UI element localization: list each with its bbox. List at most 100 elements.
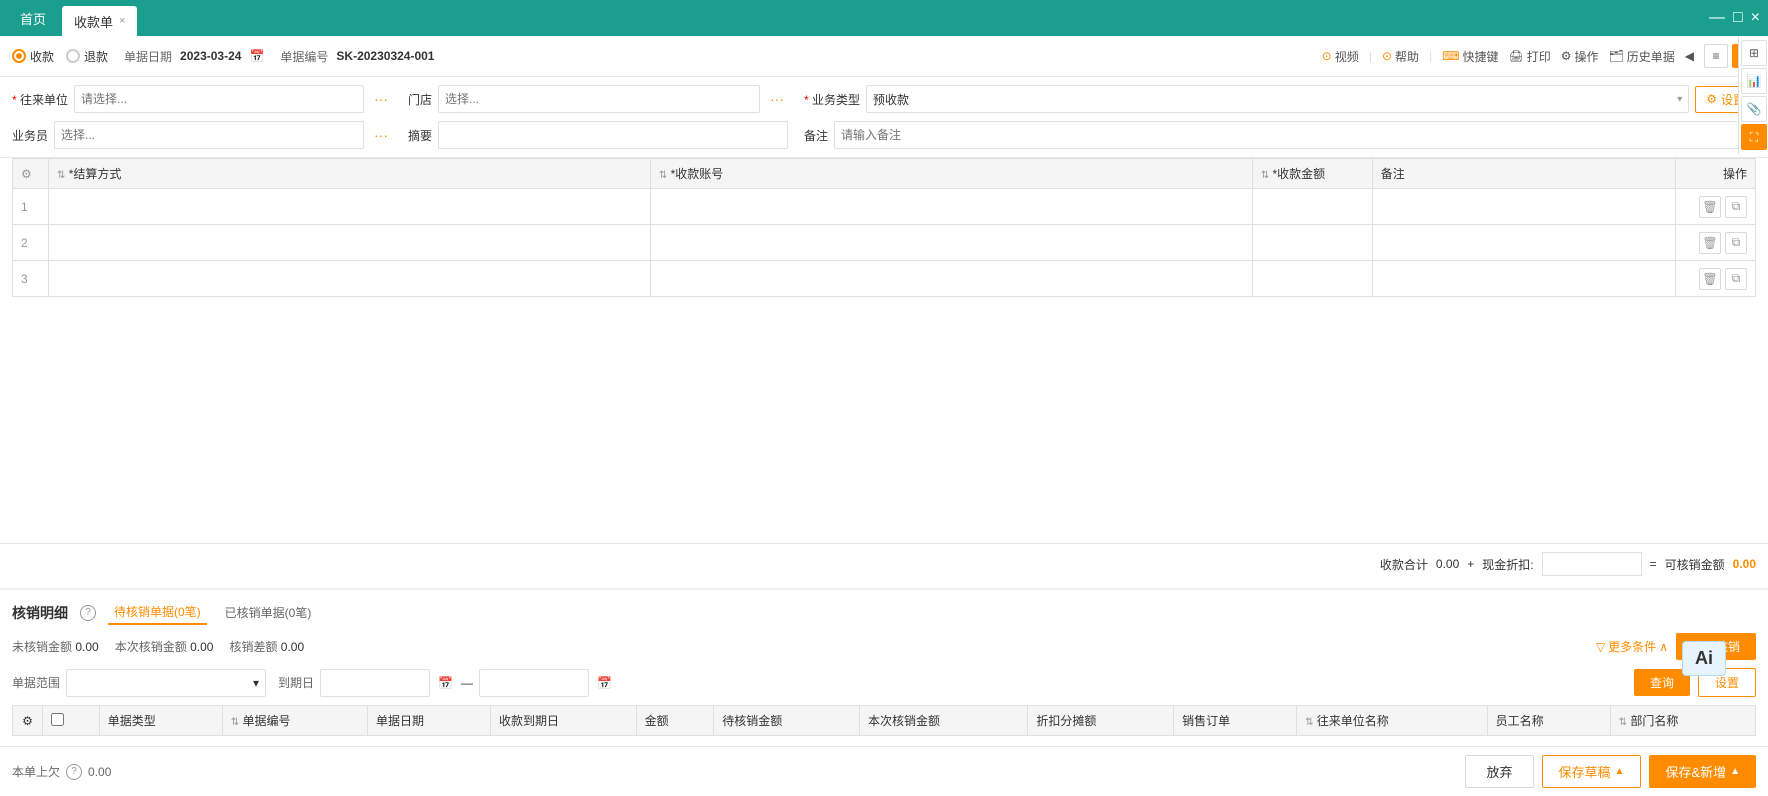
receipt-table-wrapper: ⚙ ⇅ *结算方式 ⇅ *收款账号 ⇅ *收款金额 备注 <box>0 158 1768 543</box>
counterpart-field: 往来单位 ··· <box>12 85 392 113</box>
equals-sign: = <box>1650 557 1657 571</box>
store-field: 门店 ··· <box>408 85 788 113</box>
copy-btn-2[interactable]: ⧉ <box>1725 232 1747 254</box>
footer-left: 本单上欠 ? 0.00 <box>12 763 111 780</box>
th-account: ⇅ *收款账号 <box>650 159 1252 189</box>
sidebar-chart-icon[interactable]: 📊 <box>1741 68 1767 94</box>
shortcut-action[interactable]: ⌨ 快捷键 <box>1442 48 1498 65</box>
list-view-btn[interactable]: ≡ <box>1704 44 1728 68</box>
amount-cell-3[interactable] <box>1252 261 1372 297</box>
radio-receive[interactable]: 收款 <box>12 48 54 65</box>
salesperson-more-btn[interactable]: ··· <box>370 127 392 143</box>
minimize-icon[interactable]: — <box>1709 9 1725 27</box>
remark-input[interactable] <box>834 121 1756 149</box>
carry-over-info-icon[interactable]: ? <box>66 764 82 780</box>
sidebar-capture-icon[interactable]: ⛶ <box>1741 124 1767 150</box>
calendar-icon[interactable]: 📅 <box>249 49 264 63</box>
select-all-checkbox[interactable] <box>51 713 64 726</box>
print-action[interactable]: 🖨 打印 <box>1508 48 1550 65</box>
range-label: 单据范围 <box>12 674 60 691</box>
window-close-icon[interactable]: × <box>1751 9 1760 27</box>
th-discount: 折扣分摊额 <box>1028 706 1174 736</box>
remark-cell-1[interactable] <box>1372 189 1675 225</box>
remark-cell-2[interactable] <box>1372 225 1675 261</box>
sort-icon-amount: ⇅ <box>1261 170 1269 181</box>
history-action[interactable]: 🗂 历史单据 <box>1609 48 1675 65</box>
biz-type-select[interactable]: 预收款 ▾ <box>866 85 1689 113</box>
calendar-to-icon[interactable]: 📅 <box>597 676 612 690</box>
account-cell-2[interactable] <box>650 225 1252 261</box>
gear-icon[interactable]: ⚙ <box>21 167 32 181</box>
th-gear[interactable]: ⚙ <box>13 159 49 189</box>
copy-btn-1[interactable]: ⧉ <box>1725 196 1747 218</box>
account-cell-1[interactable] <box>650 189 1252 225</box>
operation-icon: ⚙ <box>1561 49 1572 63</box>
ai-badge[interactable]: Ai <box>1682 641 1726 676</box>
header-right-actions: ⊙ 视频 | ⊙ 帮助 | ⌨ 快捷键 🖨 打印 ⚙ 操作 🗂 <box>1322 44 1756 68</box>
store-input[interactable] <box>438 85 760 113</box>
help-action[interactable]: ⊙ 帮助 <box>1382 48 1419 65</box>
remark-field: 备注 <box>804 121 1756 149</box>
store-more-btn[interactable]: ··· <box>766 91 788 107</box>
sidebar-attach-icon[interactable]: 📎 <box>1741 96 1767 122</box>
counterpart-input[interactable] <box>74 85 364 113</box>
copy-btn-3[interactable]: ⧉ <box>1725 268 1747 290</box>
close-icon[interactable]: × <box>119 15 125 27</box>
settle-cell-3[interactable] <box>49 261 651 297</box>
maximize-icon[interactable]: □ <box>1733 9 1743 27</box>
th-settle: ⇅ *结算方式 <box>49 159 651 189</box>
tab-done[interactable]: 已核销单据(0笔) <box>219 601 318 624</box>
filter-due-date: 到期日 2022-04-01 📅 — 2022-04-12 📅 <box>278 669 614 697</box>
receipt-table: ⚙ ⇅ *结算方式 ⇅ *收款账号 ⇅ *收款金额 备注 <box>12 158 1756 297</box>
th-employee: 员工名称 <box>1487 706 1610 736</box>
date-separator: — <box>461 676 473 690</box>
summary-field: 摘要 <box>408 121 788 149</box>
remark-cell-3[interactable] <box>1372 261 1675 297</box>
more-conditions-btn[interactable]: ▽ 更多条件 ∧ <box>1596 638 1668 655</box>
form-area: 往来单位 ··· 门店 ··· 业务类型 预收款 ▾ ⚙ 设置 <box>0 77 1768 158</box>
tab-pending[interactable]: 待核销单据(0笔) <box>108 600 207 625</box>
th-checkbox-col[interactable] <box>43 706 100 736</box>
amount-cell-1[interactable] <box>1252 189 1372 225</box>
discount-input[interactable] <box>1542 552 1642 576</box>
biz-type-field: 业务类型 预收款 ▾ ⚙ 设置 <box>804 85 1756 113</box>
radio-group: 收款 退款 <box>12 48 108 65</box>
date-to-input[interactable]: 2022-04-12 <box>479 669 589 697</box>
sum-row: 收款合计 0.00 + 现金折扣: = 可核销金额 0.00 <box>0 543 1768 584</box>
carry-over-value: 0.00 <box>88 765 111 779</box>
nav-prev-icon[interactable]: ◀ <box>1685 49 1694 63</box>
settle-cell-1[interactable] <box>49 189 651 225</box>
range-select[interactable]: ▾ <box>66 669 266 697</box>
row-num-3: 3 <box>13 261 49 297</box>
sidebar-table-icon[interactable]: ⊞ <box>1741 40 1767 66</box>
salesperson-input[interactable] <box>54 121 364 149</box>
abandon-btn[interactable]: 放弃 <box>1465 755 1533 788</box>
verify-filter-row: 单据范围 ▾ 到期日 2022-04-01 📅 — 2022-04-12 📅 <box>12 668 1756 697</box>
th-checkbox[interactable]: ⚙ <box>13 706 43 736</box>
settle-cell-2[interactable] <box>49 225 651 261</box>
account-cell-3[interactable] <box>650 261 1252 297</box>
operation-action[interactable]: ⚙ 操作 <box>1561 48 1599 65</box>
row-num-2: 2 <box>13 225 49 261</box>
counterpart-more-btn[interactable]: ··· <box>370 91 392 107</box>
th-remark: 备注 <box>1372 159 1675 189</box>
doc-date-value: 2023-03-24 <box>180 49 241 63</box>
window-controls: — □ × <box>1709 9 1760 27</box>
net-label: 可核销金额 <box>1665 556 1725 573</box>
delete-btn-3[interactable]: 🗑 <box>1699 268 1721 290</box>
save-draft-arrow: ▲ <box>1615 766 1625 777</box>
nav-home[interactable]: 首页 <box>8 3 58 34</box>
delete-btn-1[interactable]: 🗑 <box>1699 196 1721 218</box>
delete-btn-2[interactable]: 🗑 <box>1699 232 1721 254</box>
info-icon[interactable]: ? <box>80 605 96 621</box>
save-new-btn[interactable]: 保存&新增 ▲ <box>1649 755 1756 788</box>
video-action[interactable]: ⊙ 视频 <box>1322 48 1359 65</box>
calendar-from-icon[interactable]: 📅 <box>438 676 453 690</box>
save-draft-btn[interactable]: 保存草稿 ▲ <box>1542 755 1642 788</box>
plus-sign: + <box>1467 557 1474 571</box>
summary-input[interactable] <box>438 121 788 149</box>
amount-cell-2[interactable] <box>1252 225 1372 261</box>
radio-refund[interactable]: 退款 <box>66 48 108 65</box>
date-from-input[interactable]: 2022-04-01 <box>320 669 430 697</box>
gear-icon-bottom[interactable]: ⚙ <box>22 714 33 728</box>
